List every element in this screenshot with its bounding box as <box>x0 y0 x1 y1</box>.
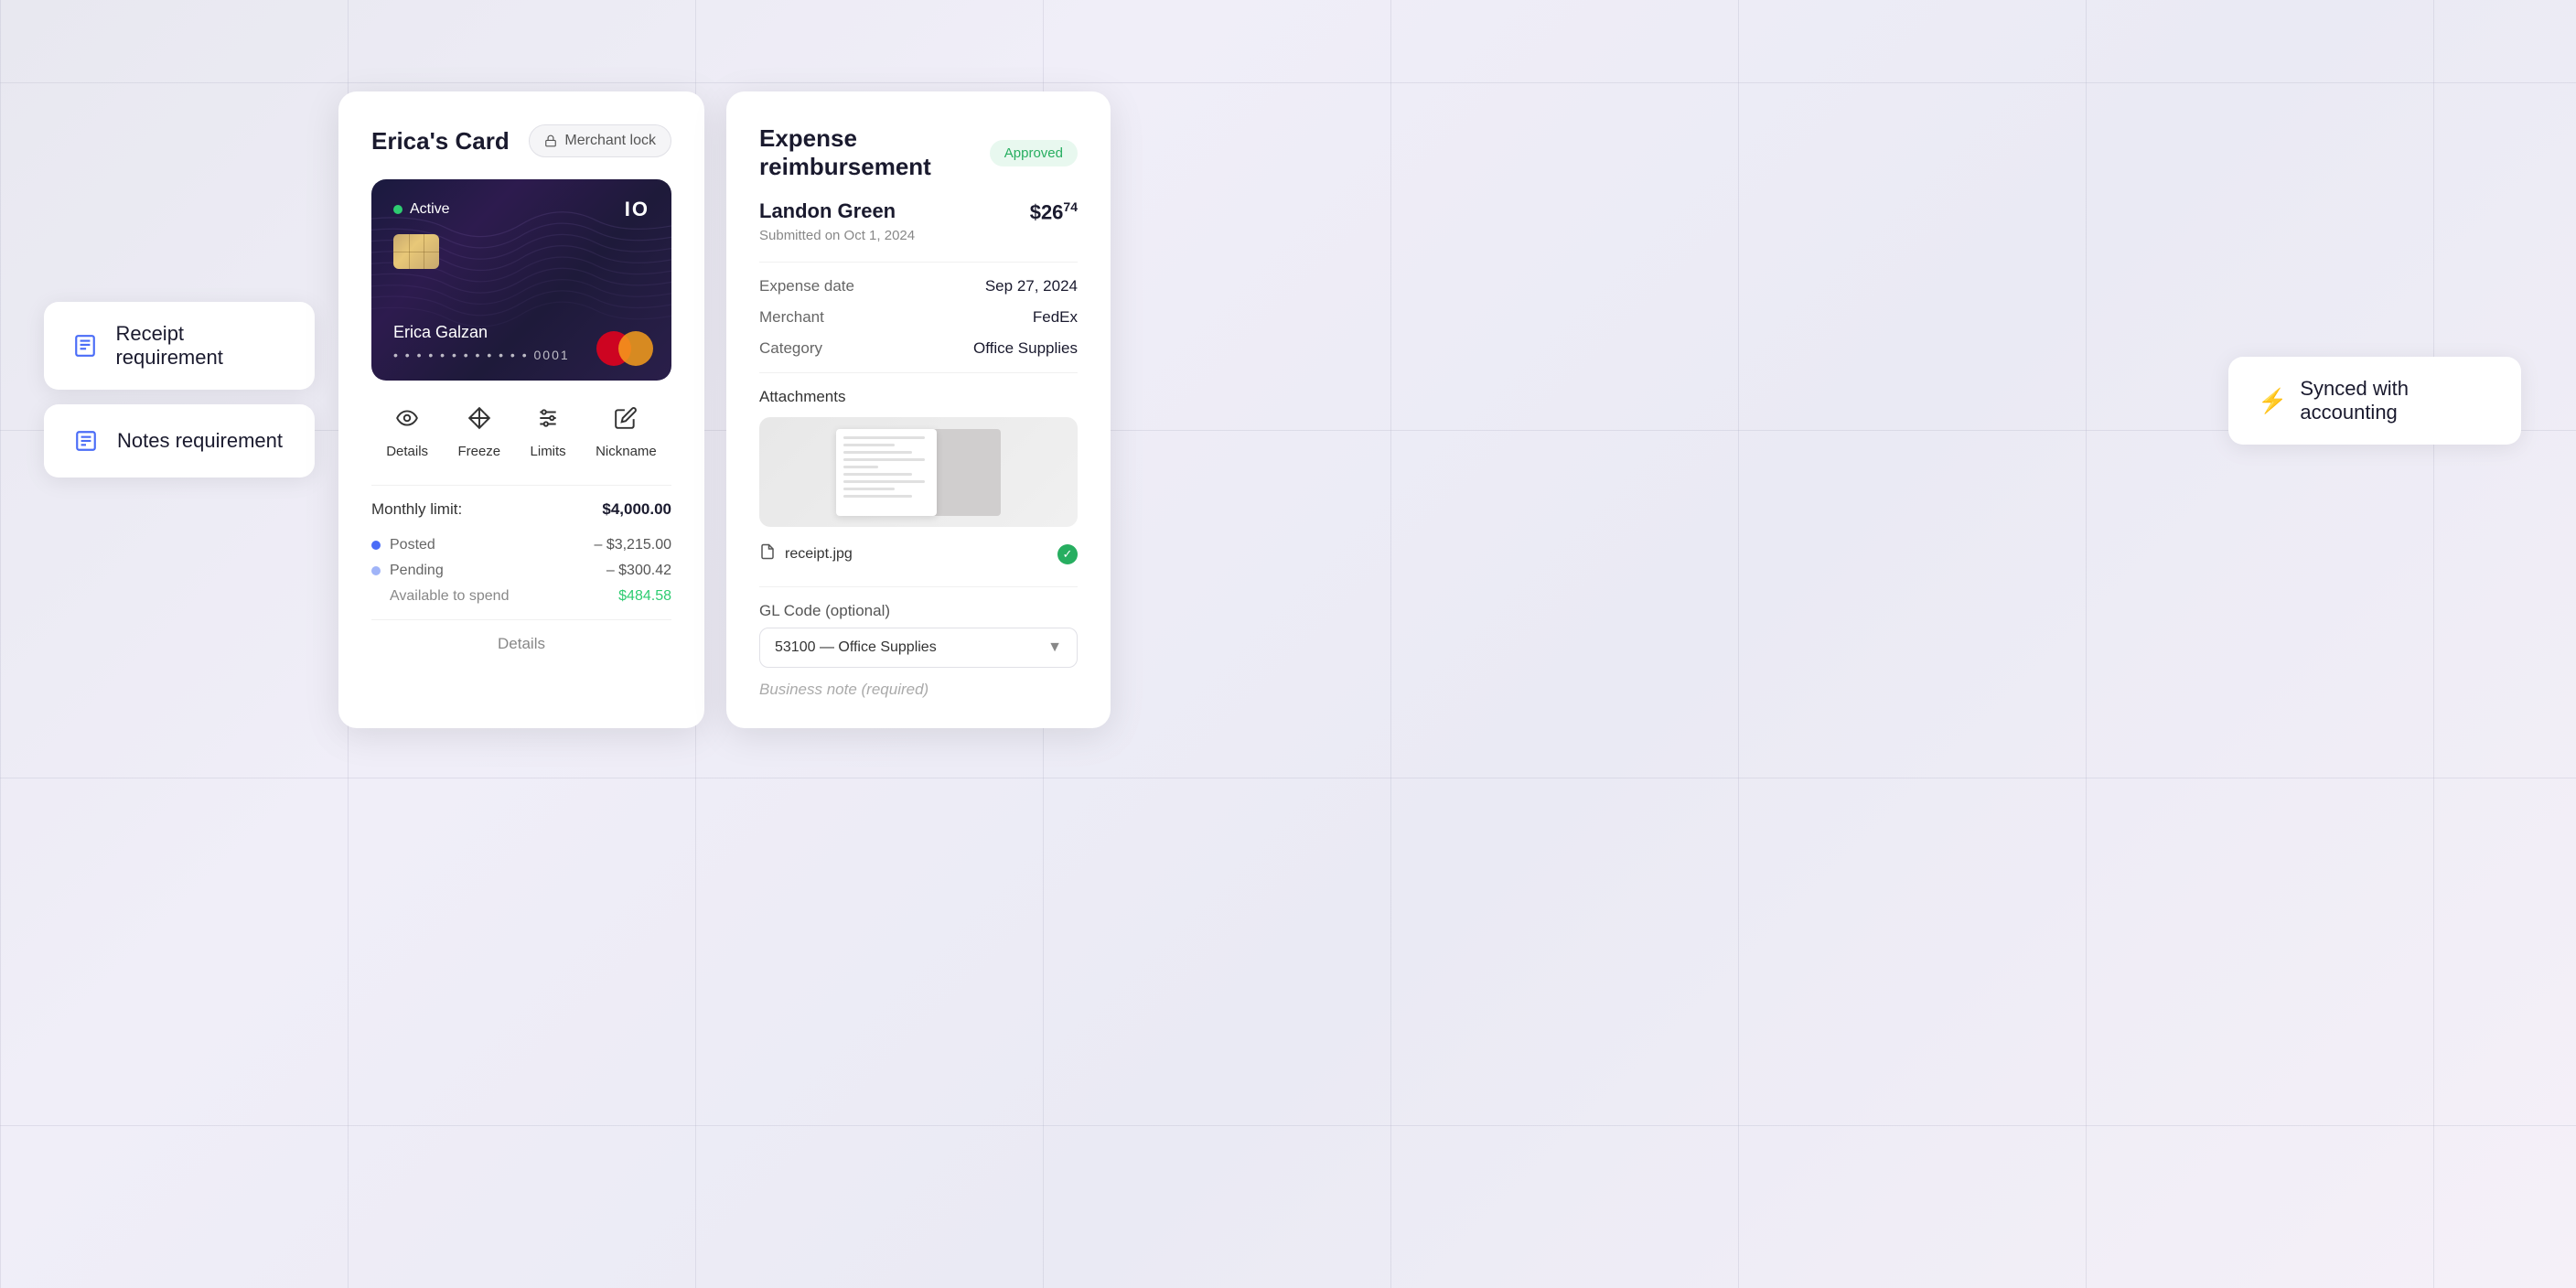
available-label: Available to spend <box>371 588 509 605</box>
limits-action[interactable]: Limits <box>531 406 566 459</box>
credit-card-visual: Active IO Erica Galzan • • • • • • • • •… <box>371 179 671 381</box>
active-label: Active <box>410 201 450 218</box>
posted-label: Posted <box>371 537 435 553</box>
expense-divider-1 <box>759 262 1078 263</box>
pending-dot <box>371 566 381 575</box>
nickname-label: Nickname <box>596 444 657 459</box>
lock-icon <box>544 134 557 147</box>
merchant-label: Merchant <box>759 308 824 327</box>
nickname-action[interactable]: Nickname <box>596 406 657 459</box>
pending-row: Pending – $300.42 <box>371 563 671 579</box>
available-row: Available to spend $484.58 <box>371 588 671 605</box>
notes-icon <box>70 424 102 457</box>
nickname-icon <box>614 406 638 436</box>
receipt-paper <box>836 429 937 516</box>
posted-value: – $3,215.00 <box>594 537 671 553</box>
notes-requirement-card[interactable]: Notes requirement <box>44 404 315 478</box>
attachment-file-row: receipt.jpg ✓ <box>759 536 1078 572</box>
expense-header: Expense reimbursement Approved <box>759 124 1078 181</box>
details-action[interactable]: Details <box>386 406 428 459</box>
category-row: Category Office Supplies <box>759 339 1078 358</box>
expense-title: Expense reimbursement <box>759 124 990 181</box>
posted-dot <box>371 541 381 550</box>
freeze-action[interactable]: Freeze <box>457 406 500 459</box>
merchant-value: FedEx <box>1033 308 1078 327</box>
gl-code-value: 53100 — Office Supplies <box>775 639 937 656</box>
approved-badge: Approved <box>990 140 1078 166</box>
expense-date-value: Sep 27, 2024 <box>985 277 1078 295</box>
attachment-preview <box>759 417 1078 527</box>
submitter-name: Landon Green <box>759 199 896 223</box>
main-panels: Erica's Card Merchant lock <box>338 91 1111 728</box>
card-holder-name: Erica Galzan <box>393 323 570 342</box>
mastercard-logo <box>596 331 653 366</box>
merchant-lock-badge[interactable]: Merchant lock <box>529 124 671 157</box>
card-actions: Details Freeze <box>371 406 671 459</box>
details-label: Details <box>386 444 428 459</box>
expense-amount: $2674 <box>1030 199 1078 224</box>
submitter-row: Landon Green $2674 <box>759 199 1078 224</box>
details-icon <box>395 406 419 436</box>
merchant-lock-label: Merchant lock <box>564 133 656 149</box>
pending-value: – $300.42 <box>606 563 671 579</box>
available-value: $484.58 <box>618 588 671 605</box>
mc-right-circle <box>618 331 653 366</box>
expense-panel: Expense reimbursement Approved Landon Gr… <box>726 91 1111 728</box>
gl-code-label: GL Code (optional) <box>759 602 1078 620</box>
ericas-card-panel: Erica's Card Merchant lock <box>338 91 704 728</box>
card-number: • • • • • • • • • • • • 0001 <box>393 348 570 362</box>
category-value: Office Supplies <box>973 339 1078 358</box>
receipt-requirement-label: Receipt requirement <box>115 322 289 370</box>
category-label: Category <box>759 339 822 358</box>
expense-divider-2 <box>759 372 1078 373</box>
divider-1 <box>371 485 671 486</box>
card-top-row: Active IO <box>393 198 649 221</box>
attachment-check-icon: ✓ <box>1057 544 1078 564</box>
chevron-down-icon: ▼ <box>1047 639 1062 656</box>
active-dot <box>393 205 402 214</box>
file-icon <box>759 543 776 564</box>
monthly-limit-row: Monthly limit: $4,000.00 <box>371 500 671 519</box>
attachment-file-info: receipt.jpg <box>759 543 853 564</box>
lightning-icon: ⚡ <box>2258 387 2287 415</box>
posted-row: Posted – $3,215.00 <box>371 537 671 553</box>
expense-divider-3 <box>759 586 1078 587</box>
business-note-label: Business note (required) <box>759 681 1078 699</box>
divider-2 <box>371 619 671 620</box>
pending-label: Pending <box>371 563 444 579</box>
notes-requirement-label: Notes requirement <box>117 429 283 453</box>
expense-date-row: Expense date Sep 27, 2024 <box>759 277 1078 295</box>
card-brand: IO <box>625 198 649 221</box>
synced-label: Synced with accounting <box>2300 377 2492 424</box>
card-active-badge: Active <box>393 201 450 218</box>
submitted-date: Submitted on Oct 1, 2024 <box>759 228 1078 243</box>
freeze-icon <box>467 406 491 436</box>
freeze-label: Freeze <box>457 444 500 459</box>
expense-date-label: Expense date <box>759 277 854 295</box>
card-info: Erica Galzan • • • • • • • • • • • • 000… <box>393 323 570 362</box>
card-panel-header: Erica's Card Merchant lock <box>371 124 671 157</box>
left-cards-container: Receipt requirement Notes requirement <box>44 302 315 478</box>
receipt-icon <box>70 329 101 362</box>
limits-label: Limits <box>531 444 566 459</box>
merchant-row: Merchant FedEx <box>759 308 1078 327</box>
approved-label: Approved <box>1004 145 1063 161</box>
details-link[interactable]: Details <box>371 635 671 653</box>
limits-icon <box>536 406 560 436</box>
card-panel-title: Erica's Card <box>371 127 510 156</box>
gl-code-select[interactable]: 53100 — Office Supplies ▼ <box>759 628 1078 668</box>
synced-accounting-card: ⚡ Synced with accounting <box>2228 357 2521 445</box>
attachments-label: Attachments <box>759 388 1078 406</box>
monthly-limit-value: $4,000.00 <box>602 500 671 519</box>
card-chip <box>393 234 439 271</box>
monthly-limit-label: Monthly limit: <box>371 500 462 519</box>
attachment-filename: receipt.jpg <box>785 546 853 563</box>
receipt-thumbnail <box>759 417 1078 527</box>
receipt-requirement-card[interactable]: Receipt requirement <box>44 302 315 390</box>
